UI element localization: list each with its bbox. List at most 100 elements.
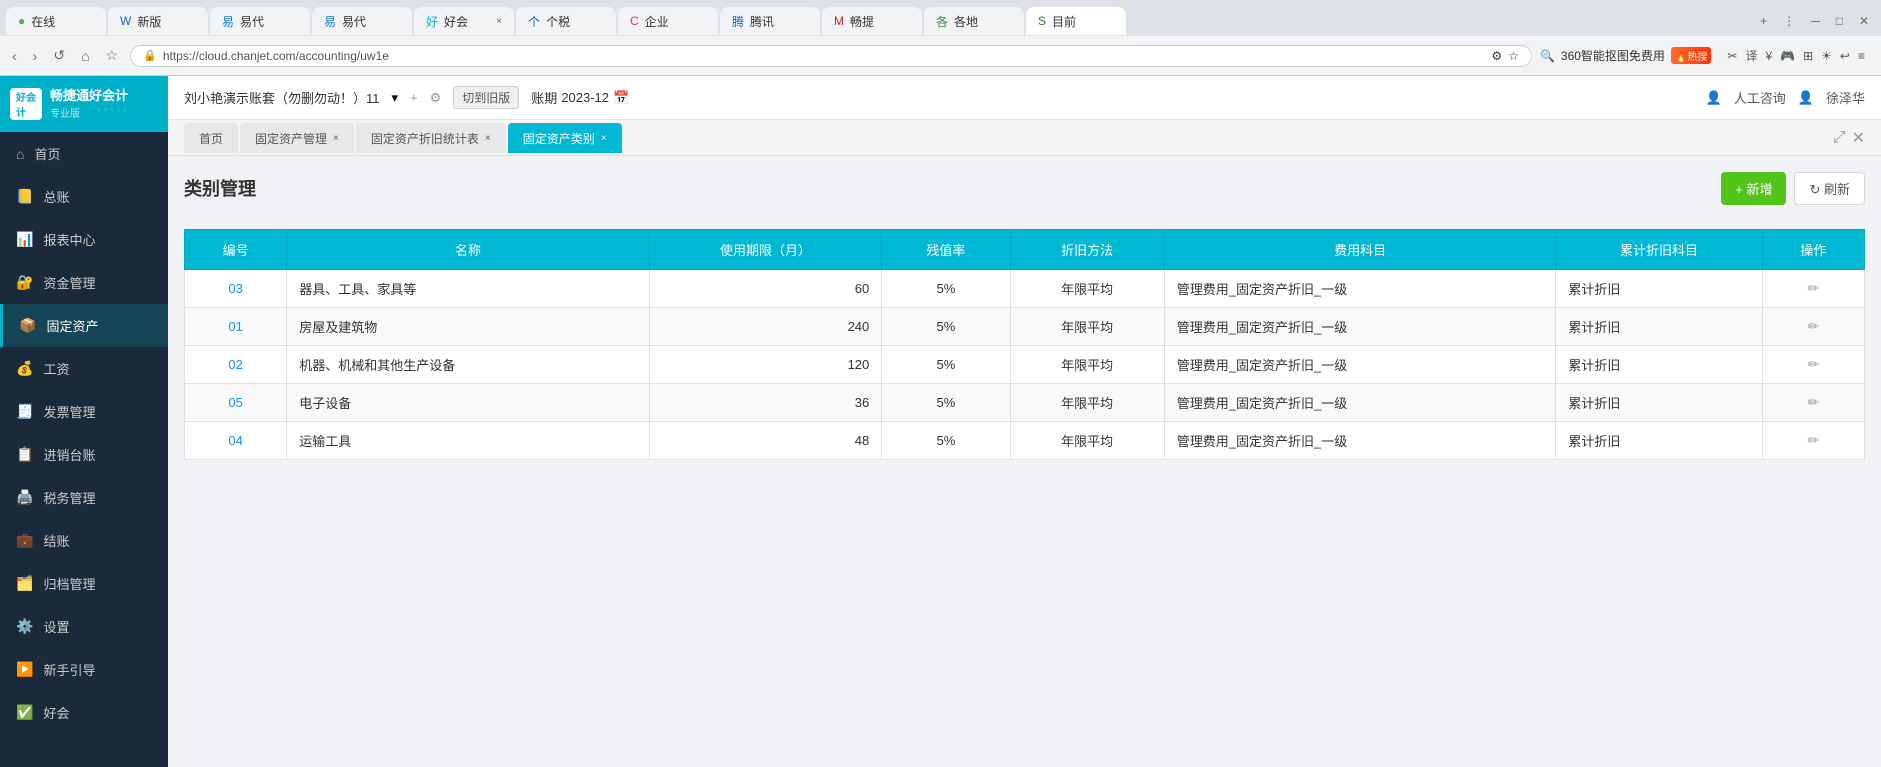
code-link-0[interactable]: 03	[228, 281, 242, 296]
sidebar-label-reports: 报表中心	[43, 230, 95, 249]
sidebar-item-reports[interactable]: 📊 报表中心	[0, 218, 168, 261]
page-tab-category-close[interactable]: ×	[601, 133, 607, 144]
user-dropdown-icon[interactable]: ▾	[392, 90, 399, 106]
refresh-btn[interactable]: ↻ 刷新	[1794, 172, 1865, 205]
page-tab-asset-mgmt-close[interactable]: ×	[333, 133, 339, 144]
col-header-cost: 费用科目	[1164, 230, 1556, 270]
sidebar-item-closing[interactable]: 💼 结账	[0, 519, 168, 562]
bookmark-btn[interactable]: ☆	[102, 45, 123, 66]
page-tab-category[interactable]: 固定资产类别 ×	[508, 123, 622, 153]
cell-name-4: 运输工具	[287, 422, 650, 460]
tab-menu-btn[interactable]: ⋮	[1777, 12, 1801, 30]
table-row: 02 机器、机械和其他生产设备 120 5% 年限平均 管理费用_固定资产折旧_…	[185, 346, 1865, 384]
tab-label-3: 易代	[240, 13, 264, 30]
code-link-1[interactable]: 01	[228, 319, 242, 334]
cell-cost-4: 管理费用_固定资产折旧_一级	[1164, 422, 1556, 460]
browser-tab-1[interactable]: ● 在线	[6, 7, 106, 35]
logo-subtitle: 专业版	[50, 105, 128, 120]
add-btn[interactable]: + 新增	[1721, 172, 1786, 205]
menu-icon[interactable]: ≡	[1858, 49, 1865, 63]
sidebar-item-purchases[interactable]: 📋 进销台账	[0, 433, 168, 476]
undo-icon[interactable]: ↩	[1840, 49, 1850, 63]
sidebar-item-settings[interactable]: ⚙️ 设置	[0, 605, 168, 648]
cell-cost-2: 管理费用_固定资产折旧_一级	[1164, 346, 1556, 384]
page-tab-depreciation[interactable]: 固定资产折旧统计表 ×	[356, 123, 506, 153]
brightness-icon[interactable]: ☀	[1821, 49, 1832, 63]
tab-label-5: 好会	[444, 13, 468, 30]
switch-version-btn[interactable]: 切到旧版	[453, 86, 519, 109]
cell-action-2: ✏	[1762, 346, 1864, 384]
edit-btn-4[interactable]: ✏	[1808, 432, 1820, 448]
close-btn[interactable]: ✕	[1853, 12, 1875, 30]
sidebar-item-invoice[interactable]: 🧾 发票管理	[0, 390, 168, 433]
sidebar-item-fixed-assets[interactable]: 📦 固定资产	[0, 304, 168, 347]
maximize-btn[interactable]: □	[1830, 12, 1849, 30]
sidebar-item-tax[interactable]: 🖨️ 税务管理	[0, 476, 168, 519]
sidebar-item-funds[interactable]: 🔐 资金管理	[0, 261, 168, 304]
logo-text-block: 畅捷通好会计 专业版	[50, 88, 128, 120]
games-icon[interactable]: 🎮	[1780, 49, 1795, 63]
edit-btn-0[interactable]: ✏	[1808, 280, 1820, 296]
sidebar-item-ledger[interactable]: 📒 总账	[0, 175, 168, 218]
code-link-3[interactable]: 05	[228, 395, 242, 410]
browser-tab-4[interactable]: 易 易代	[312, 7, 412, 35]
browser-tab-6[interactable]: 个 个税	[516, 7, 616, 35]
tab-close-5[interactable]: ×	[496, 16, 502, 27]
wallet-icon[interactable]: ¥	[1765, 49, 1772, 63]
reload-btn[interactable]: ↺	[49, 45, 69, 66]
translate-icon[interactable]: 译	[1745, 47, 1757, 64]
sidebar-item-payroll[interactable]: 💰 工资	[0, 347, 168, 390]
cell-action-1: ✏	[1762, 308, 1864, 346]
browser-tab-5[interactable]: 好 好会 ×	[414, 7, 514, 35]
sidebar-label-home: 首页	[34, 144, 60, 163]
sidebar-label-closing: 结账	[43, 531, 69, 550]
col-header-action: 操作	[1762, 230, 1864, 270]
browser-tab-3[interactable]: 易 易代	[210, 7, 310, 35]
tab-label-9: 畅提	[850, 13, 874, 30]
col-header-method: 折旧方法	[1010, 230, 1164, 270]
scissors-icon[interactable]: ✂	[1727, 49, 1737, 63]
cell-code-4: 04	[185, 422, 287, 460]
cell-name-1: 房屋及建筑物	[287, 308, 650, 346]
main-area: 刘小艳演示账套（勿删勿动！）11 ▾ + ⚙ 切到旧版 账期 2023-12 📅…	[168, 76, 1881, 767]
sidebar-item-guide[interactable]: ▶️ 新手引导	[0, 648, 168, 691]
sidebar-label-ledger: 总账	[43, 187, 69, 206]
calendar-icon[interactable]: 📅	[613, 90, 629, 106]
browser-tab-7[interactable]: C 企业	[618, 7, 718, 35]
expand-tabs-icon[interactable]: ⤢	[1833, 129, 1846, 147]
tab-icon-10: 各	[936, 13, 948, 30]
edit-btn-1[interactable]: ✏	[1808, 318, 1820, 334]
sidebar-item-home[interactable]: ⌂ 首页	[0, 132, 168, 175]
forward-btn[interactable]: ›	[29, 46, 42, 66]
page-tab-home[interactable]: 首页	[184, 123, 238, 153]
page-tab-asset-mgmt[interactable]: 固定资产管理 ×	[240, 123, 354, 153]
page-tabs: 首页 固定资产管理 × 固定资产折旧统计表 × 固定资产类别 × ⤢ ✕	[168, 120, 1881, 156]
code-link-2[interactable]: 02	[228, 357, 242, 372]
browser-tab-2[interactable]: W 新版	[108, 7, 208, 35]
settings-gear-icon[interactable]: ⚙	[430, 90, 442, 106]
back-btn[interactable]: ‹	[8, 46, 21, 66]
new-tab-btn[interactable]: +	[1754, 12, 1773, 30]
add-icon[interactable]: +	[410, 90, 418, 105]
sidebar-item-haohui[interactable]: ✅ 好会	[0, 691, 168, 734]
col-header-name: 名称	[287, 230, 650, 270]
browser-tab-10[interactable]: 各 各地	[924, 7, 1024, 35]
minimize-btn[interactable]: ─	[1805, 12, 1826, 30]
sidebar-item-archive[interactable]: 🗂️ 归档管理	[0, 562, 168, 605]
browser-tab-11[interactable]: S 目前	[1026, 7, 1126, 35]
browser-tab-8[interactable]: 腾 腾讯	[720, 7, 820, 35]
consult-label[interactable]: 人工咨询	[1734, 88, 1786, 107]
code-link-4[interactable]: 04	[228, 433, 242, 448]
guide-icon: ▶️	[16, 661, 33, 678]
edit-btn-3[interactable]: ✏	[1808, 394, 1820, 410]
grid-icon[interactable]: ⊞	[1803, 49, 1813, 63]
page-tab-depreciation-close[interactable]: ×	[485, 133, 491, 144]
close-window-icon[interactable]: ✕	[1852, 128, 1865, 148]
user-info: 刘小艳演示账套（勿删勿动！）11	[184, 88, 380, 107]
table-row: 01 房屋及建筑物 240 5% 年限平均 管理费用_固定资产折旧_一级 累计折…	[185, 308, 1865, 346]
edit-btn-2[interactable]: ✏	[1808, 356, 1820, 372]
url-box[interactable]: 🔒 https://cloud.chanjet.com/accounting/u…	[130, 45, 1532, 67]
browser-tab-9[interactable]: M 畅提	[822, 7, 922, 35]
home-btn[interactable]: ⌂	[77, 46, 93, 66]
address-bar: ‹ › ↺ ⌂ ☆ 🔒 https://cloud.chanjet.com/ac…	[0, 36, 1881, 76]
